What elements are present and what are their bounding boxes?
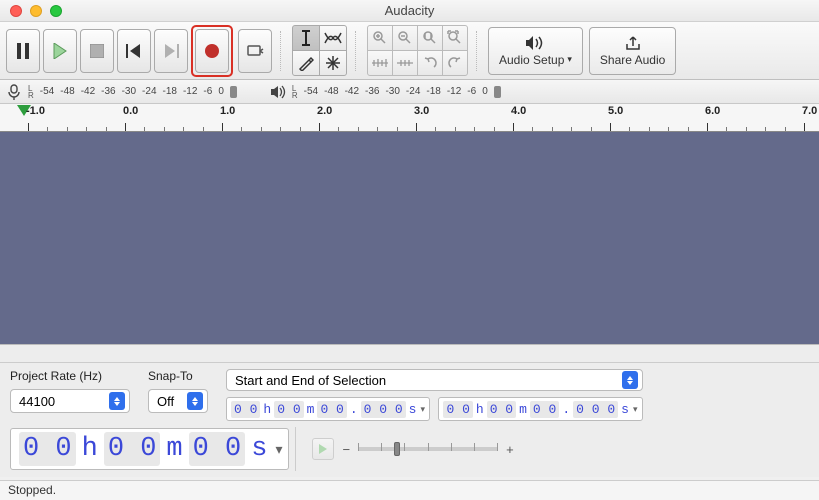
selection-mode-select[interactable]: Start and End of Selection	[226, 369, 643, 391]
playback-speed-slider[interactable]	[358, 447, 498, 451]
tool-multi[interactable]	[320, 51, 346, 75]
tool-selection[interactable]	[293, 26, 319, 50]
tracks-gap	[0, 345, 819, 363]
rec-meter-slider[interactable]	[230, 85, 246, 99]
zoom-fit-selection-button[interactable]	[418, 26, 442, 50]
snap-to-label: Snap-To	[148, 369, 208, 383]
project-rate-select[interactable]: 44100	[10, 389, 130, 413]
meters-bar: LR -54-48-42-36-30-24-18-12-60 LR -54-48…	[0, 80, 819, 104]
loop-button[interactable]	[238, 29, 272, 73]
audio-setup-button[interactable]: Audio Setup▾	[488, 27, 583, 75]
record-highlight	[191, 25, 233, 77]
project-rate-value: 44100	[19, 394, 55, 409]
play-at-speed-button[interactable]	[312, 438, 334, 460]
zoom-grid	[367, 25, 468, 76]
record-button[interactable]	[195, 29, 229, 73]
zoom-fit-project-button[interactable]	[443, 26, 467, 50]
select-arrows-icon	[622, 371, 638, 389]
speaker-icon	[524, 35, 546, 51]
window-title: Audacity	[0, 3, 819, 18]
audio-position-time[interactable]: 0 0h0 0m0 0s▾	[10, 428, 289, 470]
select-arrows-icon	[109, 392, 125, 410]
tracks-area[interactable]	[0, 132, 819, 345]
selection-start-time[interactable]: 0 0h0 0m0 0.0 0 0s▾	[226, 397, 430, 421]
speaker-icon[interactable]	[270, 84, 286, 100]
speed-minus-label: −	[342, 442, 350, 457]
trim-button[interactable]	[368, 51, 392, 75]
stop-button[interactable]	[80, 29, 114, 73]
play-meter-scale[interactable]: -54-48-42-36-30-24-18-12-60	[304, 86, 488, 97]
project-rate-label: Project Rate (Hz)	[10, 369, 130, 383]
selection-end-time[interactable]: 0 0h0 0m0 0.0 0 0s▾	[438, 397, 642, 421]
play-meter-slider[interactable]	[494, 85, 510, 99]
rec-lr-label: LR	[28, 85, 34, 99]
select-arrows-icon	[187, 392, 203, 410]
mic-icon[interactable]	[6, 84, 22, 100]
play-button[interactable]	[43, 29, 77, 73]
rec-meter-scale[interactable]: -54-48-42-36-30-24-18-12-60	[40, 86, 224, 97]
timeline-ruler[interactable]: -1.00.01.02.03.04.05.06.07.0	[0, 104, 819, 132]
silence-button[interactable]	[393, 51, 417, 75]
zoom-out-button[interactable]	[393, 26, 417, 50]
tool-draw[interactable]	[293, 51, 319, 75]
skip-start-button[interactable]	[117, 29, 151, 73]
snap-to-select[interactable]: Off	[148, 389, 208, 413]
selection-mode-value: Start and End of Selection	[235, 373, 386, 388]
share-icon	[624, 35, 642, 51]
speed-plus-label: +	[506, 442, 514, 457]
tool-envelope[interactable]	[320, 26, 346, 50]
play-lr-label: LR	[292, 85, 298, 99]
redo-button[interactable]	[443, 51, 467, 75]
skip-end-button[interactable]	[154, 29, 188, 73]
tools-grid	[292, 25, 347, 76]
main-toolbar: Audio Setup▾ Share Audio	[0, 22, 819, 80]
selection-toolbar: Project Rate (Hz) 44100 Snap-To Off Star…	[0, 363, 819, 477]
zoom-in-button[interactable]	[368, 26, 392, 50]
pause-button[interactable]	[6, 29, 40, 73]
share-audio-label: Share Audio	[600, 53, 665, 67]
undo-button[interactable]	[418, 51, 442, 75]
chevron-down-icon: ▾	[567, 54, 572, 65]
snap-to-value: Off	[157, 394, 174, 409]
status-bar: Stopped.	[0, 480, 819, 500]
audio-setup-label: Audio Setup	[499, 53, 564, 67]
share-audio-button[interactable]: Share Audio	[589, 27, 676, 75]
